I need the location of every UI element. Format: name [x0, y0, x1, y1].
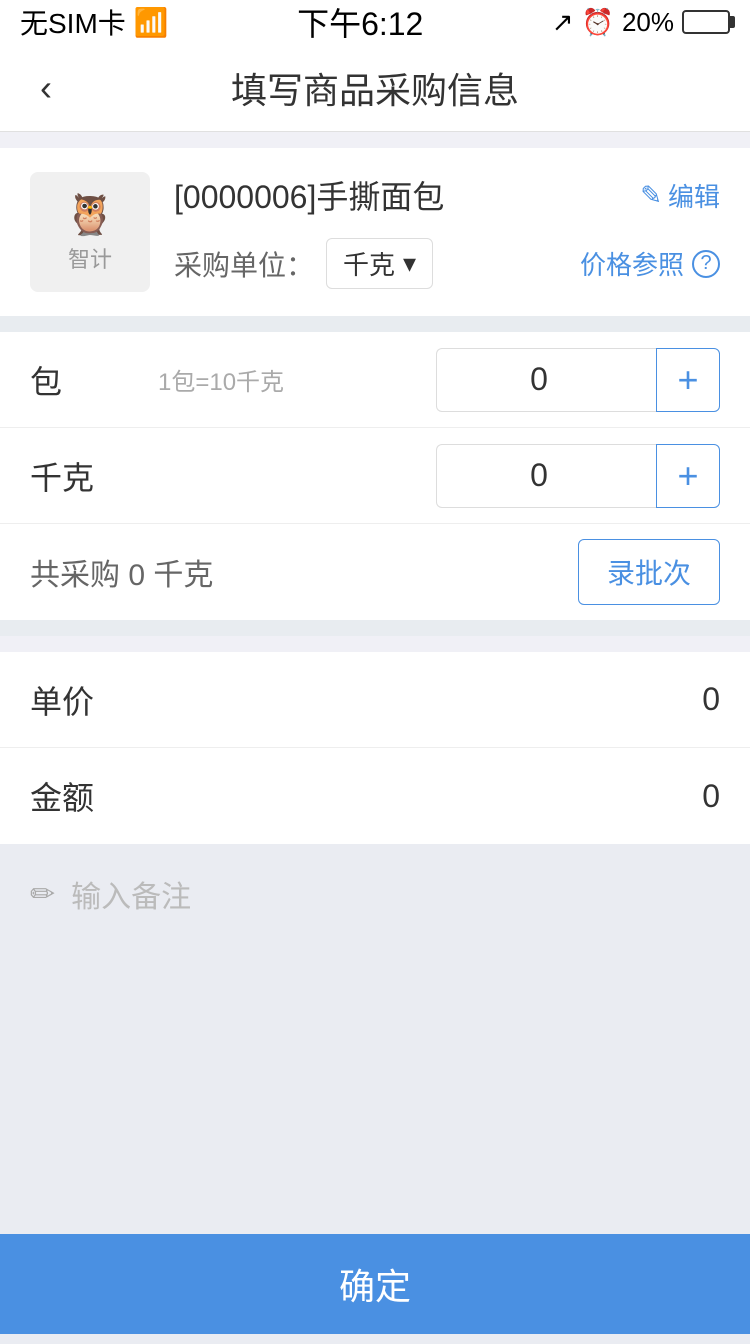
unit-dropdown-icon: ▾	[403, 248, 416, 279]
location-icon: ↗	[552, 7, 574, 38]
unit-price-value: 0	[702, 681, 720, 718]
product-info: [0000006]手撕面包 ✎ 编辑 采购单位： 千克 ▾ 价格参照 ?	[174, 172, 720, 289]
amount-value: 0	[702, 778, 720, 815]
total-row: 共采购 0 千克 录批次	[0, 524, 750, 620]
nav-bar: ‹ 填写商品采购信息	[0, 44, 750, 132]
pencil-icon: ✏	[30, 877, 55, 912]
unit-price-row: 单价 0	[0, 652, 750, 748]
notes-placeholder: 输入备注	[71, 872, 191, 916]
status-time: 下午6:12	[297, 0, 423, 45]
section-separator-1	[0, 316, 750, 332]
confirm-label: 确定	[339, 1258, 411, 1310]
bag-plus-button[interactable]: +	[656, 348, 720, 412]
help-icon: ?	[692, 250, 720, 278]
product-card: 🦉 智计 [0000006]手撕面包 ✎ 编辑 采购单位： 千克 ▾ 价格参照 …	[0, 148, 750, 316]
bag-input-row: 包 1包=10千克 +	[0, 332, 750, 428]
bag-input-right: +	[436, 348, 720, 412]
bag-quantity-input[interactable]	[436, 348, 656, 412]
back-button[interactable]: ‹	[30, 57, 62, 119]
product-thumbnail: 🦉 智计	[30, 172, 150, 292]
amount-row: 金额 0	[0, 748, 750, 844]
status-right: ↗ ⏰ 20%	[552, 7, 730, 38]
alarm-icon: ⏰	[582, 7, 614, 38]
product-thumb-label: 智计	[68, 242, 112, 274]
section-separator-2	[0, 620, 750, 636]
input-section: 包 1包=10千克 + 千克 +	[0, 332, 750, 524]
price-ref-button[interactable]: 价格参照 ?	[580, 245, 720, 282]
product-thumb-owl-icon: 🦉	[65, 191, 115, 238]
record-batch-button[interactable]: 录批次	[578, 539, 720, 605]
product-name-row: [0000006]手撕面包 ✎ 编辑	[174, 172, 720, 218]
bag-sub-label: 1包=10千克	[158, 362, 284, 397]
amount-label: 金额	[30, 773, 94, 819]
battery-icon	[682, 10, 730, 34]
edit-label: 编辑	[668, 177, 720, 214]
kg-plus-button[interactable]: +	[656, 444, 720, 508]
carrier-text: 无SIM卡	[20, 2, 126, 42]
kg-quantity-input[interactable]	[436, 444, 656, 508]
bag-label: 包	[30, 357, 150, 403]
edit-icon: ✎	[640, 180, 662, 211]
unit-value: 千克	[343, 245, 395, 282]
status-left: 无SIM卡 📶	[20, 2, 169, 42]
confirm-button[interactable]: 确定	[0, 1234, 750, 1334]
kg-label: 千克	[30, 453, 150, 499]
total-label: 共采购 0 千克	[30, 550, 213, 594]
detail-section: 单价 0 金额 0	[0, 652, 750, 844]
page-title: 填写商品采购信息	[231, 62, 519, 114]
product-name: [0000006]手撕面包	[174, 172, 444, 218]
edit-button[interactable]: ✎ 编辑	[640, 177, 720, 214]
product-unit-row: 采购单位： 千克 ▾ 价格参照 ?	[174, 238, 720, 289]
unit-prefix: 采购单位：	[174, 244, 314, 284]
kg-input-right: +	[436, 444, 720, 508]
unit-select[interactable]: 千克 ▾	[326, 238, 433, 289]
unit-price-label: 单价	[30, 677, 94, 723]
notes-section[interactable]: ✏ 输入备注	[0, 844, 750, 944]
wifi-icon: 📶	[134, 6, 169, 39]
battery-percent: 20%	[622, 7, 674, 38]
status-bar: 无SIM卡 📶 下午6:12 ↗ ⏰ 20%	[0, 0, 750, 44]
kg-input-row: 千克 +	[0, 428, 750, 524]
price-ref-label: 价格参照	[580, 245, 684, 282]
